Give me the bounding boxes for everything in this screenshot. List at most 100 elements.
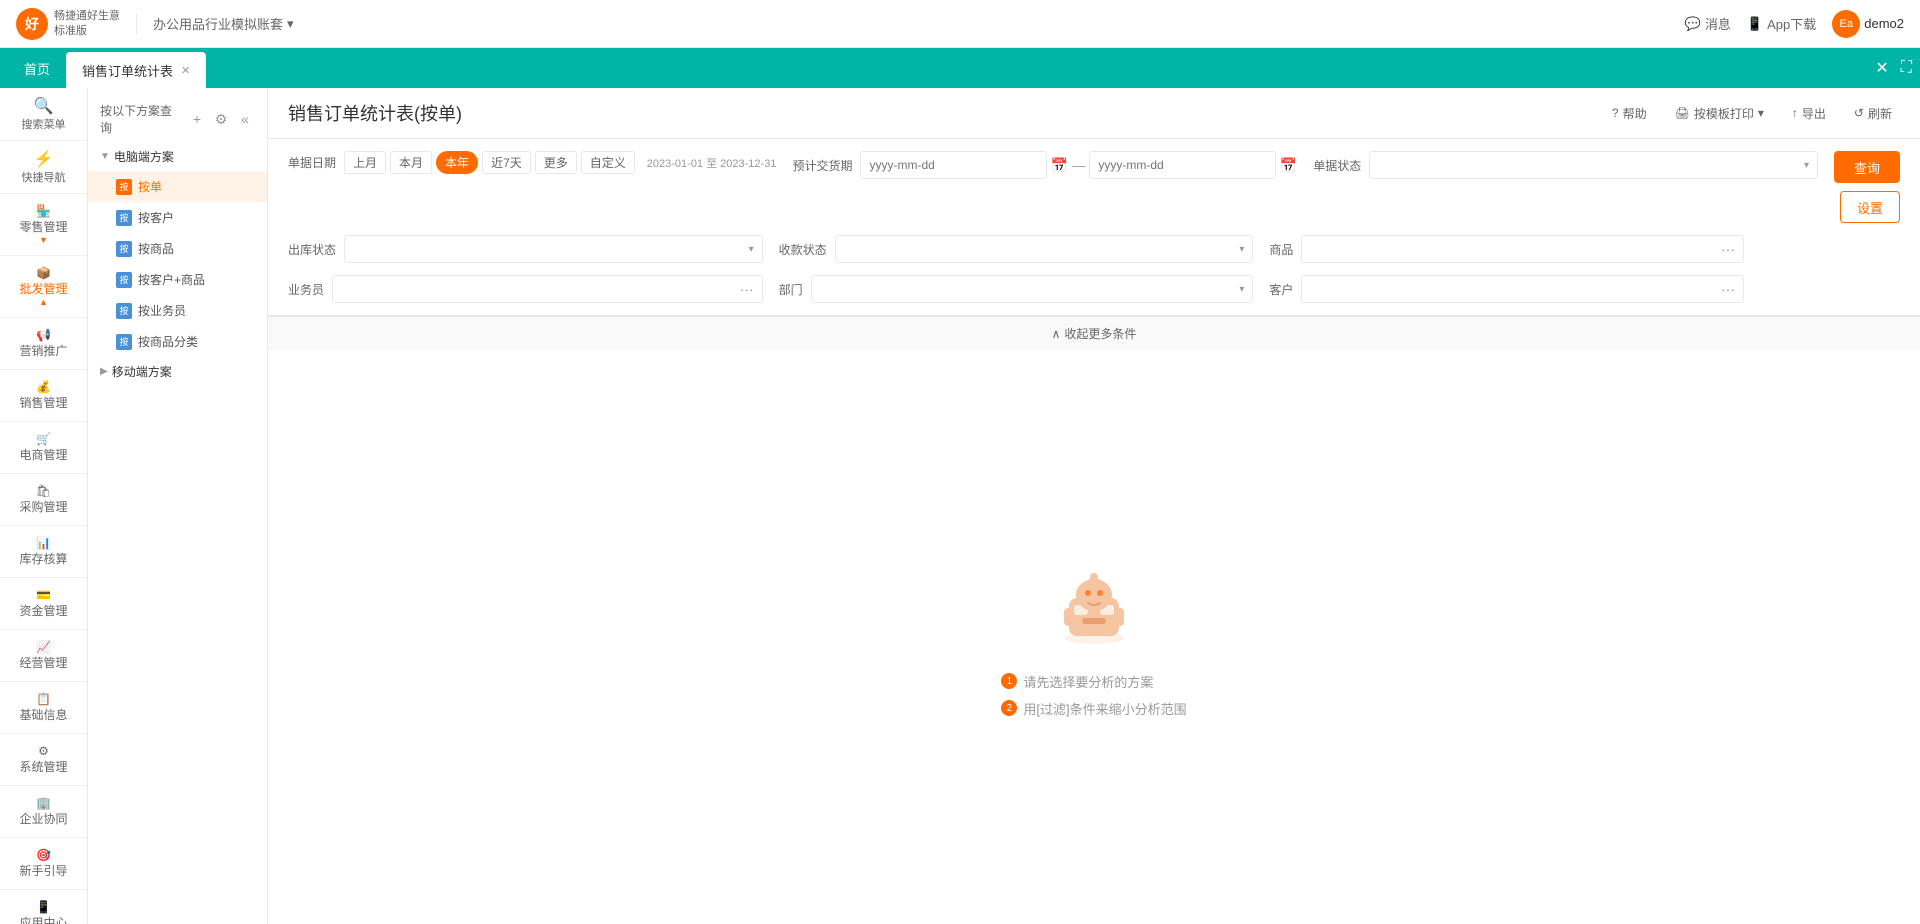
- scheme-item-by-order[interactable]: 按 按单: [88, 171, 267, 202]
- scheme-group-mobile-title[interactable]: ▶ 移动端方案: [88, 357, 267, 386]
- shipment-status-label: 出库状态: [288, 241, 336, 258]
- more-btn[interactable]: 更多: [535, 151, 577, 174]
- top-nav-left: 好 畅捷通好生意 标准版 办公用品行业模拟账套 ▾: [16, 8, 294, 40]
- sidebar-item-enterprise[interactable]: 🏢 企业协同: [0, 786, 87, 838]
- date-label: 单据日期: [288, 154, 336, 171]
- window-expand-icon[interactable]: ⛶: [1901, 59, 1912, 77]
- scheme-item-by-category[interactable]: 按 按商品分类: [88, 326, 267, 357]
- customer-dots-icon[interactable]: ···: [1721, 281, 1735, 297]
- marketing-icon: 📢: [36, 328, 51, 342]
- order-status-arrow-icon: ▾: [1804, 160, 1809, 171]
- sidebar-item-finance[interactable]: 💳 资金管理: [0, 578, 87, 630]
- collapse-scheme-button[interactable]: «: [235, 109, 255, 129]
- collapse-bar[interactable]: ∧ 收起更多条件: [268, 316, 1920, 350]
- filter-section: 单据日期 上月 本月 本年 近7天 更多 自定义 2023-01-01 至 20…: [268, 139, 1920, 316]
- sidebar-item-retail[interactable]: 🏪 零售管理 ▼: [0, 194, 87, 256]
- customer-label: 客户: [1269, 281, 1293, 298]
- scheme-item-by-customer-goods[interactable]: 按 按客户+商品: [88, 264, 267, 295]
- tab-close-icon[interactable]: ✕: [181, 64, 190, 77]
- sidebar-item-newbie[interactable]: 🎯 新手引导: [0, 838, 87, 890]
- date-range-text: 2023-01-01 至 2023-12-31: [647, 155, 777, 171]
- scheme-item-icon-custgoods: 按: [116, 272, 132, 288]
- main-layout: 🔍 搜索菜单 ⚡ 快捷导航 🏪 零售管理 ▼ 📦 批发管理 ▲ 📢 营销推广 💰…: [0, 88, 1920, 924]
- delivery-date-end-input[interactable]: [1089, 151, 1275, 179]
- messages-button[interactable]: 💬 消息: [1685, 14, 1731, 33]
- action-buttons: 查询 设置: [1834, 151, 1900, 223]
- sidebar-item-system[interactable]: ⚙ 系统管理: [0, 734, 87, 786]
- tab-home[interactable]: 首页: [8, 48, 66, 88]
- shipment-arrow-icon: ▾: [749, 244, 754, 255]
- tab-sales-order-stats[interactable]: 销售订单统计表 ✕: [66, 52, 206, 88]
- print-arrow-icon: ▾: [1758, 106, 1764, 120]
- template-print-button[interactable]: 🖨 按模板打印 ▾: [1667, 101, 1772, 126]
- sidebar-search[interactable]: 🔍 搜索菜单: [0, 88, 87, 141]
- delivery-start-calendar-icon[interactable]: 📅: [1051, 157, 1068, 174]
- expected-delivery-label: 预计交货期: [792, 157, 852, 174]
- inventory-icon: 📊: [36, 536, 51, 550]
- apps-icon: 📱: [36, 900, 51, 914]
- this-year-btn[interactable]: 本年: [436, 151, 478, 174]
- module-selector[interactable]: 办公用品行业模拟账套 ▾: [153, 14, 294, 33]
- sidebar-item-wholesale[interactable]: 📦 批发管理 ▲: [0, 256, 87, 318]
- this-month-btn[interactable]: 本月: [390, 151, 432, 174]
- scheme-item-by-customer[interactable]: 按 按客户: [88, 202, 267, 233]
- basic-icon: 📋: [36, 692, 51, 706]
- goods-select[interactable]: ···: [1301, 235, 1744, 263]
- sidebar-item-operations[interactable]: 📈 经营管理: [0, 630, 87, 682]
- sidebar-item-purchase[interactable]: 🛍 采购管理: [0, 474, 87, 526]
- salesperson-dots-icon[interactable]: ···: [740, 281, 754, 297]
- app-download-button[interactable]: 📱 App下载: [1747, 14, 1816, 33]
- customer-select[interactable]: ···: [1301, 275, 1744, 303]
- salesperson-label: 业务员: [288, 281, 324, 298]
- payment-status-label: 收款状态: [779, 241, 827, 258]
- page-actions: ? 帮助 🖨 按模板打印 ▾ ↑ 导出 ↺: [1604, 101, 1900, 126]
- scheme-item-by-salesperson[interactable]: 按 按业务员: [88, 295, 267, 326]
- sidebar-shortcut[interactable]: ⚡ 快捷导航: [0, 141, 87, 194]
- sidebar-item-apps[interactable]: 📱 应用中心: [0, 890, 87, 924]
- goods-label: 商品: [1269, 241, 1293, 258]
- enterprise-icon: 🏢: [36, 796, 51, 810]
- help-icon: ?: [1612, 106, 1619, 120]
- query-button[interactable]: 查询: [1834, 151, 1900, 183]
- tabs: 首页 销售订单统计表 ✕: [8, 48, 206, 88]
- finance-icon: 💳: [36, 588, 51, 602]
- user-area[interactable]: Ea demo2: [1832, 10, 1904, 38]
- sidebar-item-sales[interactable]: 💰 销售管理: [0, 370, 87, 422]
- settings-button[interactable]: 设置: [1840, 191, 1900, 223]
- last-month-btn[interactable]: 上月: [344, 151, 386, 174]
- export-button[interactable]: ↑ 导出: [1784, 101, 1834, 126]
- scheme-item-icon-category: 按: [116, 334, 132, 350]
- empty-hint-list: 1 请先选择要分析的方案 2 用[过滤]条件来缩小分析范围: [1001, 668, 1186, 722]
- scheme-item-icon-goods: 按: [116, 241, 132, 257]
- sidebar-item-inventory[interactable]: 📊 库存核算: [0, 526, 87, 578]
- collapse-icon: ∧: [1052, 327, 1061, 341]
- order-status-select[interactable]: ▾: [1369, 151, 1818, 179]
- add-scheme-button[interactable]: +: [187, 109, 207, 129]
- sidebar-item-basic[interactable]: 📋 基础信息: [0, 682, 87, 734]
- payment-status-select[interactable]: ▾: [835, 235, 1254, 263]
- ecommerce-icon: 🛒: [36, 432, 51, 446]
- last7days-btn[interactable]: 近7天: [482, 151, 531, 174]
- scheme-group-pc-title[interactable]: ▼ 电脑端方案: [88, 142, 267, 171]
- delivery-end-calendar-icon[interactable]: 📅: [1280, 157, 1297, 174]
- sales-icon: 💰: [36, 380, 51, 394]
- nav-separator: [136, 14, 137, 34]
- settings-scheme-button[interactable]: ⚙: [211, 109, 231, 129]
- department-select[interactable]: ▾: [811, 275, 1254, 303]
- top-nav: 好 畅捷通好生意 标准版 办公用品行业模拟账套 ▾ 💬 消息 📱 App下载 E…: [0, 0, 1920, 48]
- shipment-status-select[interactable]: ▾: [344, 235, 763, 263]
- custom-btn[interactable]: 自定义: [581, 151, 635, 174]
- help-button[interactable]: ? 帮助: [1604, 101, 1655, 126]
- scheme-item-by-goods[interactable]: 按 按商品: [88, 233, 267, 264]
- sidebar-item-ecommerce[interactable]: 🛒 电商管理: [0, 422, 87, 474]
- delivery-date-start-input[interactable]: [860, 151, 1046, 179]
- pc-group-arrow: ▼: [100, 151, 110, 162]
- goods-dots-icon[interactable]: ···: [1721, 241, 1735, 257]
- refresh-button[interactable]: ↺ 刷新: [1846, 101, 1900, 126]
- window-close-icon[interactable]: ✕: [1875, 58, 1888, 78]
- logo-area[interactable]: 好 畅捷通好生意 标准版: [16, 8, 120, 40]
- scheme-group-pc: ▼ 电脑端方案 按 按单 按 按客户 按 按商品 按 按客户+商品: [88, 142, 267, 357]
- page-title: 销售订单统计表(按单): [288, 100, 462, 126]
- salesperson-select[interactable]: ···: [332, 275, 763, 303]
- sidebar-item-marketing[interactable]: 📢 营销推广: [0, 318, 87, 370]
